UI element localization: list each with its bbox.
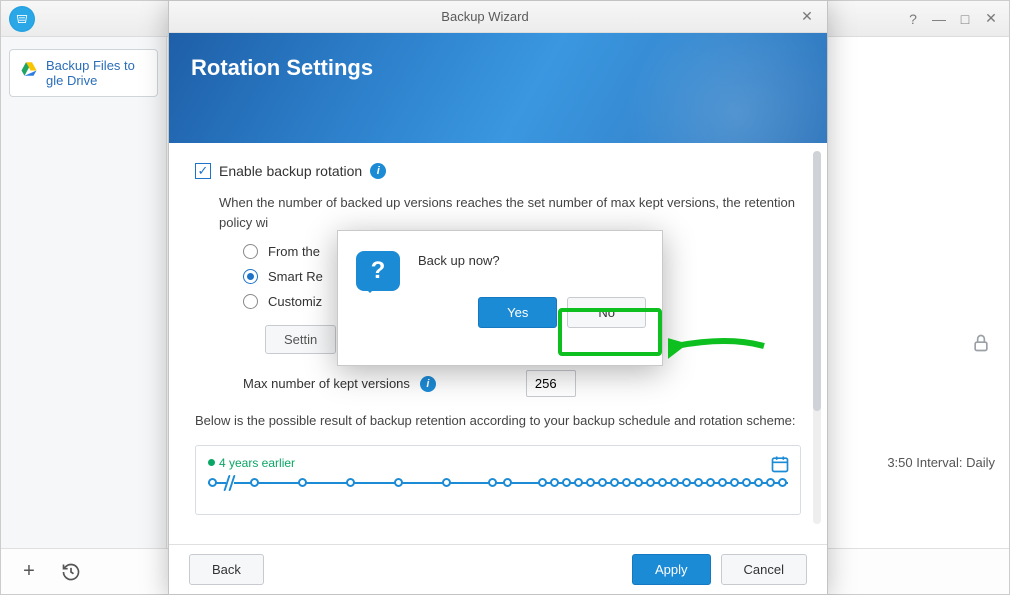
max-kept-input[interactable] — [526, 370, 576, 397]
radio-icon[interactable] — [243, 244, 258, 259]
help-button[interactable]: ? — [903, 11, 923, 27]
close-button[interactable]: ✕ — [981, 10, 1001, 27]
wizard-heading: Rotation Settings — [191, 55, 373, 81]
max-kept-row: Max number of kept versions i — [243, 370, 801, 397]
enable-rotation-checkbox[interactable]: ✓ — [195, 163, 211, 179]
sidebar: Backup Files to gle Drive — [1, 37, 167, 594]
info-icon[interactable]: i — [420, 376, 436, 392]
cancel-button[interactable]: Cancel — [721, 554, 807, 585]
apply-button[interactable]: Apply — [632, 554, 711, 585]
app-icon — [9, 6, 35, 32]
enable-rotation-label: Enable backup rotation — [219, 163, 362, 179]
wizard-title: Backup Wizard — [441, 9, 528, 24]
max-kept-label: Max number of kept versions — [243, 376, 410, 391]
enable-rotation-row[interactable]: ✓ Enable backup rotation i — [195, 163, 801, 179]
wizard-footer: Back Apply Cancel — [169, 544, 827, 594]
timeline-label: 4 years earlier — [208, 456, 788, 470]
no-button[interactable]: No — [567, 297, 646, 328]
back-button[interactable]: Back — [189, 554, 264, 585]
retention-timeline: 4 years earlier — [195, 445, 801, 515]
timeline-description: Below is the possible result of backup r… — [195, 411, 801, 431]
wizard-header: Rotation Settings — [169, 33, 827, 143]
google-drive-icon — [20, 58, 38, 80]
confirm-dialog: ? Back up now? Yes No — [337, 230, 663, 366]
radio-smart-label: Smart Re — [268, 269, 323, 284]
scrollbar-thumb[interactable] — [813, 151, 821, 411]
radio-from-label: From the — [268, 244, 320, 259]
radio-custom-label: Customiz — [268, 294, 322, 309]
wizard-titlebar: Backup Wizard ✕ — [169, 1, 827, 33]
radio-icon[interactable] — [243, 269, 258, 284]
yes-button[interactable]: Yes — [478, 297, 557, 328]
question-icon: ? — [356, 251, 400, 291]
wizard-close-button[interactable]: ✕ — [797, 8, 817, 25]
add-button[interactable]: + — [15, 558, 43, 586]
rotation-description: When the number of backed up versions re… — [219, 193, 801, 232]
backup-task-item[interactable]: Backup Files to gle Drive — [9, 49, 158, 97]
info-icon[interactable]: i — [370, 163, 386, 179]
backup-task-label: Backup Files to gle Drive — [46, 58, 147, 88]
radio-icon[interactable] — [243, 294, 258, 309]
schedule-info: 3:50 Interval: Daily — [887, 455, 995, 470]
lock-icon — [971, 332, 991, 359]
timeline-track — [208, 476, 788, 490]
maximize-button[interactable]: □ — [955, 11, 975, 27]
history-icon[interactable] — [57, 558, 85, 586]
minimize-button[interactable]: — — [929, 11, 949, 27]
scrollbar[interactable] — [813, 151, 821, 524]
rotation-settings-button[interactable]: Settin — [265, 325, 336, 354]
dialog-message: Back up now? — [418, 251, 500, 291]
